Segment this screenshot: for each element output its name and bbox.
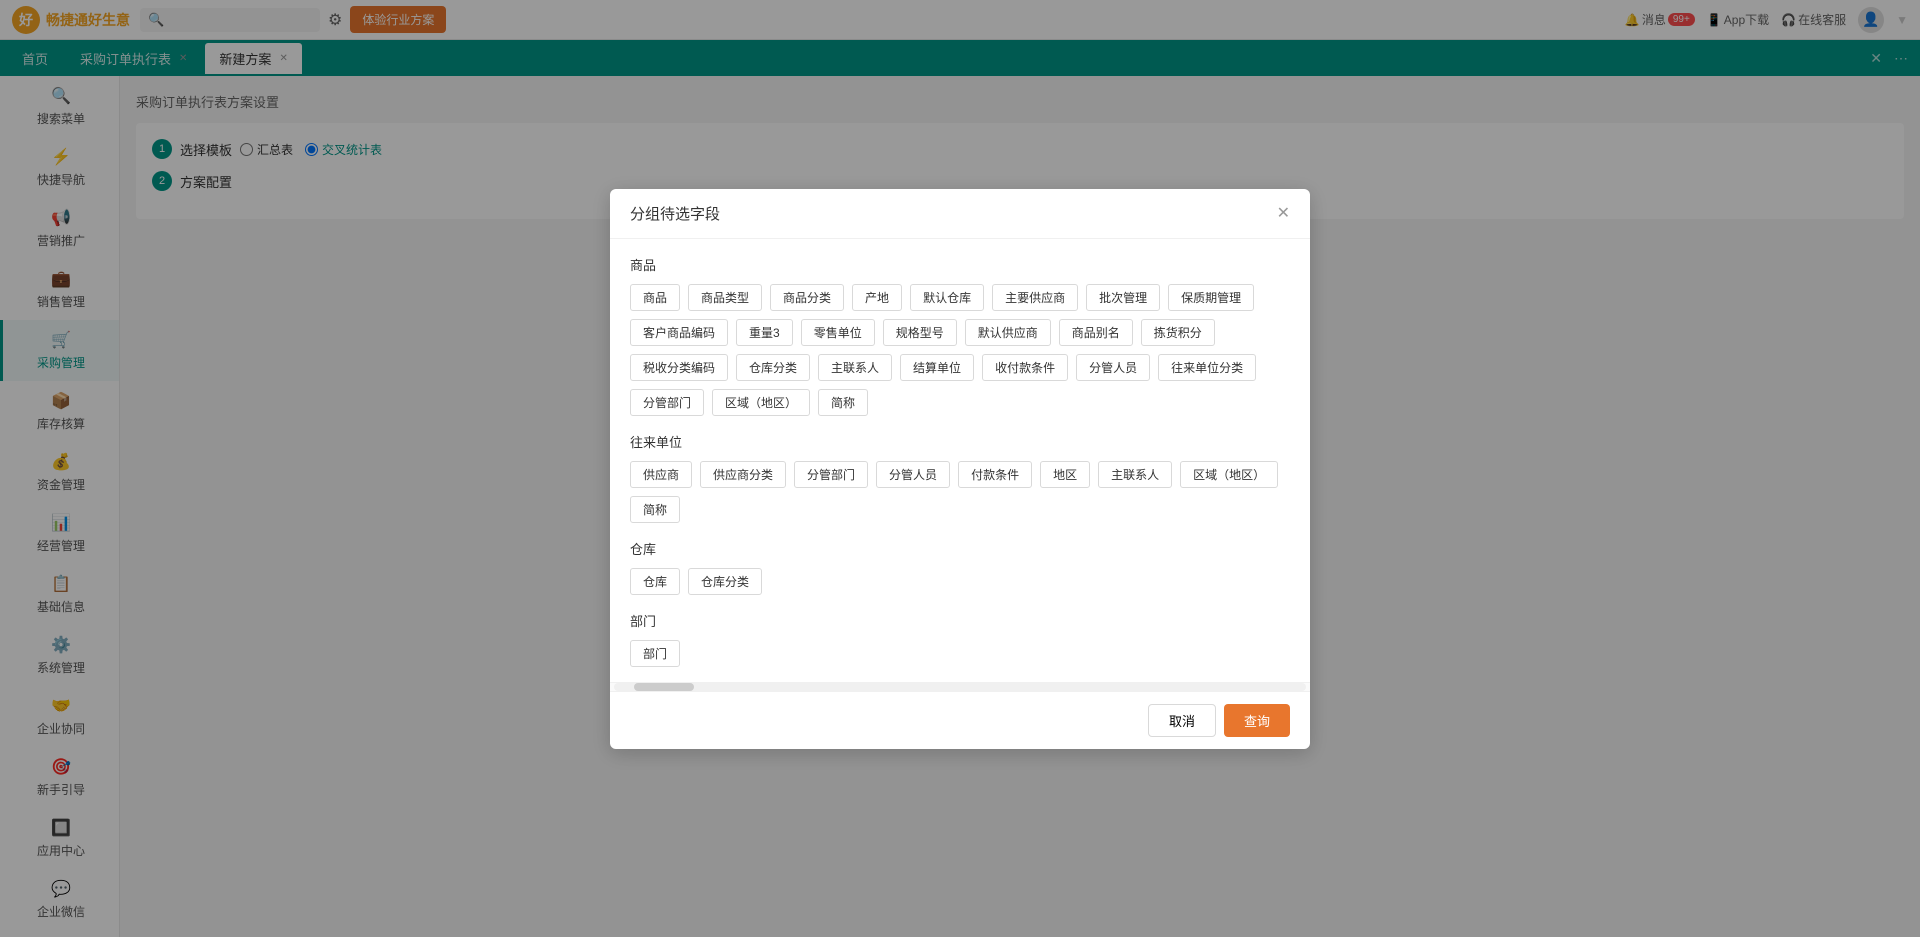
modal-body: 商品 商品 商品类型 商品分类 产地 默认仓库 主要供应商 批次管理 保质期管理… [610,239,1310,682]
field-tag[interactable]: 收付款条件 [982,354,1068,381]
product-field-tags: 商品 商品类型 商品分类 产地 默认仓库 主要供应商 批次管理 保质期管理 客户… [630,284,1290,416]
field-select-modal: 分组待选字段 ✕ 商品 商品 商品类型 商品分类 产地 默认仓库 主要供应商 批… [610,189,1310,749]
field-tag[interactable]: 分管部门 [630,389,704,416]
warehouse-field-tags: 仓库 仓库分类 [630,568,1290,595]
field-tag[interactable]: 重量3 [736,319,793,346]
section-department-title: 部门 [630,611,1290,630]
section-product-title: 商品 [630,255,1290,274]
section-warehouse: 仓库 仓库 仓库分类 [630,539,1290,595]
hscroll-thumb [634,683,694,691]
field-tag[interactable]: 分管人员 [1076,354,1150,381]
cancel-button[interactable]: 取消 [1148,704,1216,737]
field-tag[interactable]: 商品分类 [770,284,844,311]
partner-field-tags: 供应商 供应商分类 分管部门 分管人员 付款条件 地区 主联系人 区域（地区） … [630,461,1290,523]
modal-hscroll [610,682,1310,691]
section-department: 部门 部门 [630,611,1290,667]
field-tag[interactable]: 默认供应商 [965,319,1051,346]
modal-close-button[interactable]: ✕ [1277,203,1290,223]
field-tag[interactable]: 默认仓库 [910,284,984,311]
modal-title: 分组待选字段 [630,203,720,224]
field-tag[interactable]: 主联系人 [1098,461,1172,488]
field-tag[interactable]: 仓库分类 [688,568,762,595]
department-field-tags: 部门 [630,640,1290,667]
modal-header: 分组待选字段 ✕ [610,189,1310,239]
field-tag[interactable]: 零售单位 [801,319,875,346]
section-partner: 往来单位 供应商 供应商分类 分管部门 分管人员 付款条件 地区 主联系人 区域… [630,432,1290,523]
field-tag[interactable]: 供应商 [630,461,692,488]
field-tag[interactable]: 税收分类编码 [630,354,728,381]
field-tag[interactable]: 结算单位 [900,354,974,381]
field-tag[interactable]: 规格型号 [883,319,957,346]
field-tag[interactable]: 主要供应商 [992,284,1078,311]
field-tag[interactable]: 商品别名 [1059,319,1133,346]
section-partner-title: 往来单位 [630,432,1290,451]
field-tag[interactable]: 供应商分类 [700,461,786,488]
field-tag[interactable]: 商品 [630,284,680,311]
field-tag[interactable]: 仓库分类 [736,354,810,381]
field-tag[interactable]: 拣货积分 [1141,319,1215,346]
field-tag[interactable]: 分管部门 [794,461,868,488]
field-tag[interactable]: 部门 [630,640,680,667]
field-tag[interactable]: 区域（地区） [712,389,810,416]
field-tag[interactable]: 商品类型 [688,284,762,311]
confirm-button[interactable]: 查询 [1224,704,1290,737]
field-tag[interactable]: 地区 [1040,461,1090,488]
section-product: 商品 商品 商品类型 商品分类 产地 默认仓库 主要供应商 批次管理 保质期管理… [630,255,1290,416]
field-tag[interactable]: 简称 [630,496,680,523]
field-tag[interactable]: 批次管理 [1086,284,1160,311]
field-tag[interactable]: 主联系人 [818,354,892,381]
modal-overlay: 分组待选字段 ✕ 商品 商品 商品类型 商品分类 产地 默认仓库 主要供应商 批… [0,0,1920,937]
field-tag[interactable]: 仓库 [630,568,680,595]
field-tag[interactable]: 分管人员 [876,461,950,488]
field-tag[interactable]: 区域（地区） [1180,461,1278,488]
field-tag[interactable]: 保质期管理 [1168,284,1254,311]
field-tag[interactable]: 产地 [852,284,902,311]
section-warehouse-title: 仓库 [630,539,1290,558]
modal-footer: 取消 查询 [610,691,1310,749]
field-tag[interactable]: 付款条件 [958,461,1032,488]
field-tag[interactable]: 往来单位分类 [1158,354,1256,381]
field-tag[interactable]: 客户商品编码 [630,319,728,346]
field-tag[interactable]: 简称 [818,389,868,416]
